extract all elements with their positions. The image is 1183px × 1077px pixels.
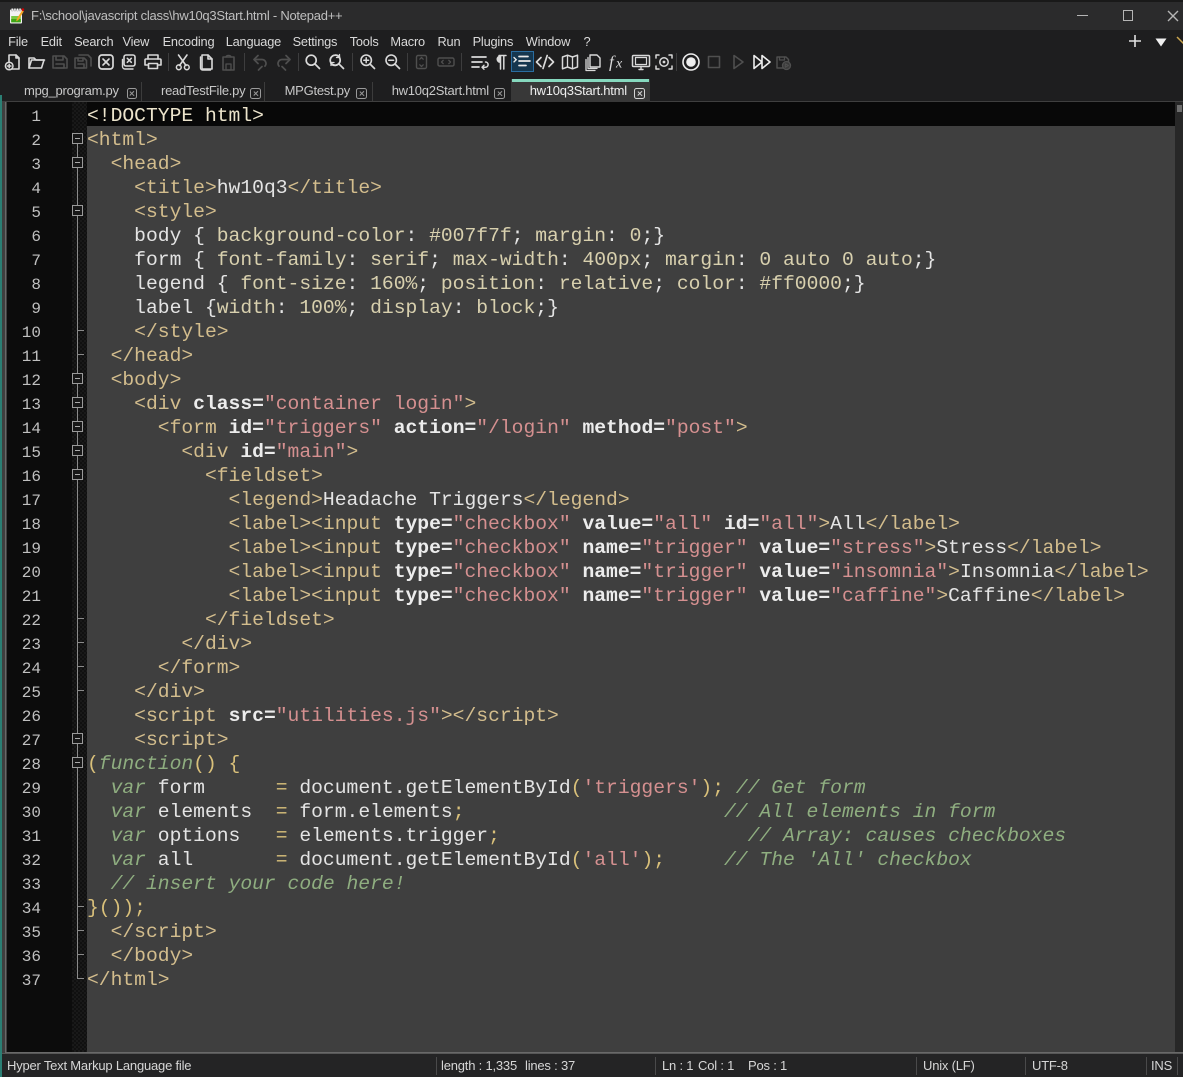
svg-text:x: x [615,57,623,72]
svg-text:f: f [609,53,616,72]
